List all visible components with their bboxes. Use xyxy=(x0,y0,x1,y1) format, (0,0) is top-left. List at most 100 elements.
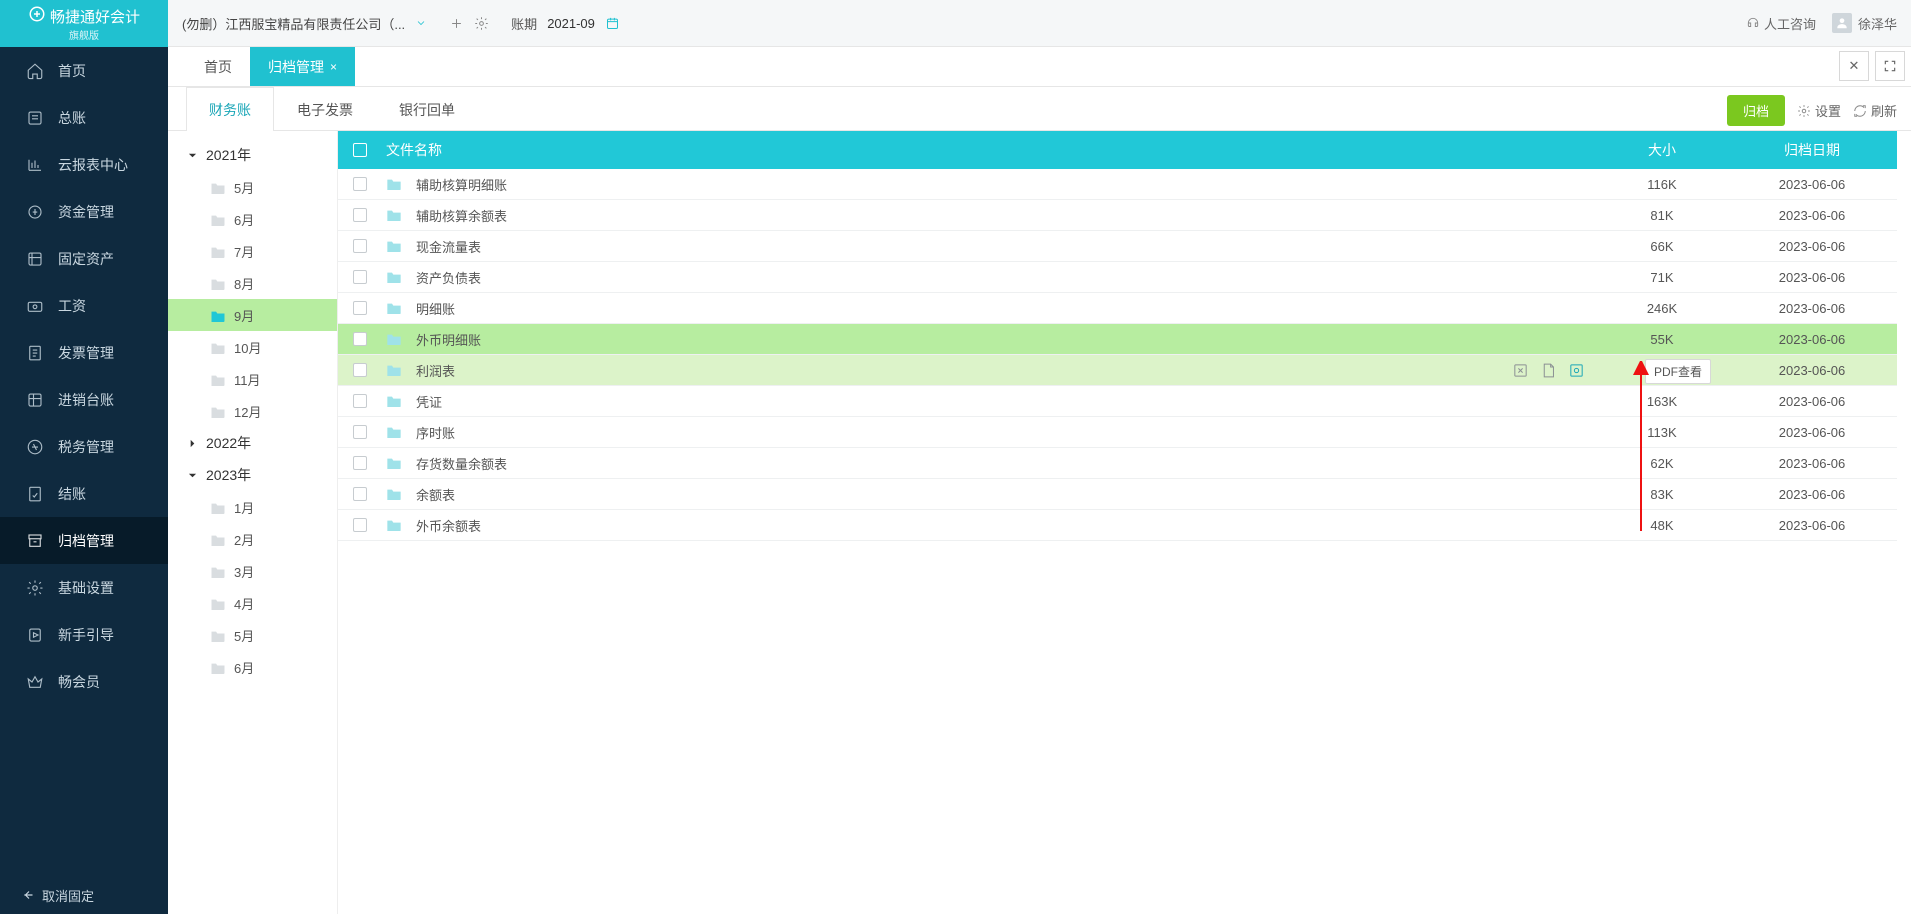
table-row[interactable]: 凭证163K2023-06-06 xyxy=(338,386,1897,417)
close-icon xyxy=(26,485,44,503)
folder-icon xyxy=(210,309,226,322)
row-checkbox[interactable] xyxy=(353,301,367,315)
tree-month[interactable]: 4月 xyxy=(168,587,337,619)
refresh-link[interactable]: 刷新 xyxy=(1853,101,1897,120)
table-row[interactable]: 明细账246K2023-06-06 xyxy=(338,293,1897,324)
consult-link[interactable]: 人工咨询 xyxy=(1746,14,1816,33)
nav-item-invoice[interactable]: 发票管理 xyxy=(0,329,168,376)
add-icon[interactable] xyxy=(449,16,464,31)
nav-label: 新手引导 xyxy=(58,625,114,645)
unpin-button[interactable]: 取消固定 xyxy=(0,876,168,914)
table-row[interactable]: 外币余额表48K2023-06-06 xyxy=(338,510,1897,541)
row-checkbox[interactable] xyxy=(353,425,367,439)
nav-item-close[interactable]: 结账 xyxy=(0,470,168,517)
row-checkbox[interactable] xyxy=(353,177,367,191)
table-row[interactable]: 存货数量余额表62K2023-06-06 xyxy=(338,448,1897,479)
tree-year[interactable]: 2021年 xyxy=(168,139,337,171)
user-menu[interactable]: 徐泽华 xyxy=(1832,13,1897,33)
row-checkbox[interactable] xyxy=(353,208,367,222)
gear-icon[interactable] xyxy=(474,16,489,31)
sub-tab[interactable]: 电子发票 xyxy=(274,87,376,131)
row-checkbox[interactable] xyxy=(353,270,367,284)
nav-item-settings[interactable]: 基础设置 xyxy=(0,564,168,611)
tree-month[interactable]: 5月 xyxy=(168,171,337,203)
table-row[interactable]: 辅助核算余额表81K2023-06-06 xyxy=(338,200,1897,231)
month-label: 5月 xyxy=(234,178,254,197)
close-tab-button[interactable]: ✕ xyxy=(1839,51,1869,81)
nav-item-asset[interactable]: 固定资产 xyxy=(0,235,168,282)
tree-month[interactable]: 12月 xyxy=(168,395,337,427)
folder-icon xyxy=(210,565,226,578)
asset-icon xyxy=(26,250,44,268)
archive-button[interactable]: 归档 xyxy=(1727,95,1785,126)
nav-item-guide[interactable]: 新手引导 xyxy=(0,611,168,658)
tree-month[interactable]: 2月 xyxy=(168,523,337,555)
tree-month[interactable]: 6月 xyxy=(168,203,337,235)
folder-icon xyxy=(210,341,226,354)
nav-item-vip[interactable]: 畅会员 xyxy=(0,658,168,705)
tab-close-icon[interactable]: × xyxy=(330,60,337,74)
tree-year[interactable]: 2022年 xyxy=(168,427,337,459)
nav-item-fund[interactable]: 资金管理 xyxy=(0,188,168,235)
guide-icon xyxy=(26,626,44,644)
tree-year[interactable]: 2023年 xyxy=(168,459,337,491)
settings-link[interactable]: 设置 xyxy=(1797,101,1841,120)
unpin-label: 取消固定 xyxy=(42,886,94,905)
nav-item-tax[interactable]: 税务管理 xyxy=(0,423,168,470)
period-value[interactable]: 2021-09 xyxy=(547,16,595,31)
nav-item-report[interactable]: 云报表中心 xyxy=(0,141,168,188)
row-checkbox[interactable] xyxy=(353,332,367,346)
export-excel-icon[interactable] xyxy=(1509,359,1531,381)
nav-item-psi[interactable]: 进销台账 xyxy=(0,376,168,423)
table-row[interactable]: 余额表83K2023-06-06 xyxy=(338,479,1897,510)
pdf-view-icon[interactable] xyxy=(1565,359,1587,381)
nav-item-salary[interactable]: 工资 xyxy=(0,282,168,329)
row-checkbox[interactable] xyxy=(353,518,367,532)
file-size: 48K xyxy=(1597,518,1727,533)
tree-month[interactable]: 1月 xyxy=(168,491,337,523)
table-row[interactable]: 资产负债表71K2023-06-06 xyxy=(338,262,1897,293)
tree-month[interactable]: 10月 xyxy=(168,331,337,363)
tree-month[interactable]: 8月 xyxy=(168,267,337,299)
file-size: 83K xyxy=(1597,487,1727,502)
tree-month[interactable]: 7月 xyxy=(168,235,337,267)
chevron-down-icon[interactable] xyxy=(415,17,427,29)
row-checkbox[interactable] xyxy=(353,239,367,253)
table-row[interactable]: 现金流量表66K2023-06-06 xyxy=(338,231,1897,262)
table-row[interactable]: 外币明细账55K2023-06-06 xyxy=(338,324,1897,355)
export-pdf-icon[interactable] xyxy=(1537,359,1559,381)
nav-item-ledger[interactable]: 总账 xyxy=(0,94,168,141)
row-checkbox[interactable] xyxy=(353,487,367,501)
avatar-icon xyxy=(1832,13,1852,33)
table-row[interactable]: 辅助核算明细账116K2023-06-06 xyxy=(338,169,1897,200)
nav-item-archive[interactable]: 归档管理 xyxy=(0,517,168,564)
tree-month[interactable]: 6月 xyxy=(168,651,337,683)
folder-icon xyxy=(210,661,226,674)
row-checkbox[interactable] xyxy=(353,363,367,377)
table-row[interactable]: 利润表2K2023-06-06PDF查看 xyxy=(338,355,1897,386)
row-checkbox[interactable] xyxy=(353,456,367,470)
file-icon xyxy=(386,332,402,346)
sub-tab[interactable]: 财务账 xyxy=(186,87,274,131)
tree-month[interactable]: 5月 xyxy=(168,619,337,651)
page-tab[interactable]: 首页 xyxy=(186,47,250,86)
row-checkbox[interactable] xyxy=(353,394,367,408)
table-row[interactable]: 序时账113K2023-06-06 xyxy=(338,417,1897,448)
tree-month[interactable]: 9月 xyxy=(168,299,337,331)
username: 徐泽华 xyxy=(1858,14,1897,33)
file-name: 利润表 xyxy=(416,361,455,380)
select-all-checkbox[interactable] xyxy=(353,143,367,157)
nav-label: 首页 xyxy=(58,61,86,81)
nav-item-home[interactable]: 首页 xyxy=(0,47,168,94)
company-selector[interactable]: (勿删）江西服宝精品有限责任公司（... xyxy=(182,14,405,33)
tree-month[interactable]: 11月 xyxy=(168,363,337,395)
vip-icon xyxy=(26,673,44,691)
folder-icon xyxy=(210,277,226,290)
sub-tab[interactable]: 银行回单 xyxy=(376,87,478,131)
page-tab[interactable]: 归档管理× xyxy=(250,47,355,86)
tree-month[interactable]: 3月 xyxy=(168,555,337,587)
file-icon xyxy=(386,208,402,222)
fullscreen-button[interactable] xyxy=(1875,51,1905,81)
year-label: 2023年 xyxy=(206,465,251,485)
calendar-icon[interactable] xyxy=(605,16,620,31)
